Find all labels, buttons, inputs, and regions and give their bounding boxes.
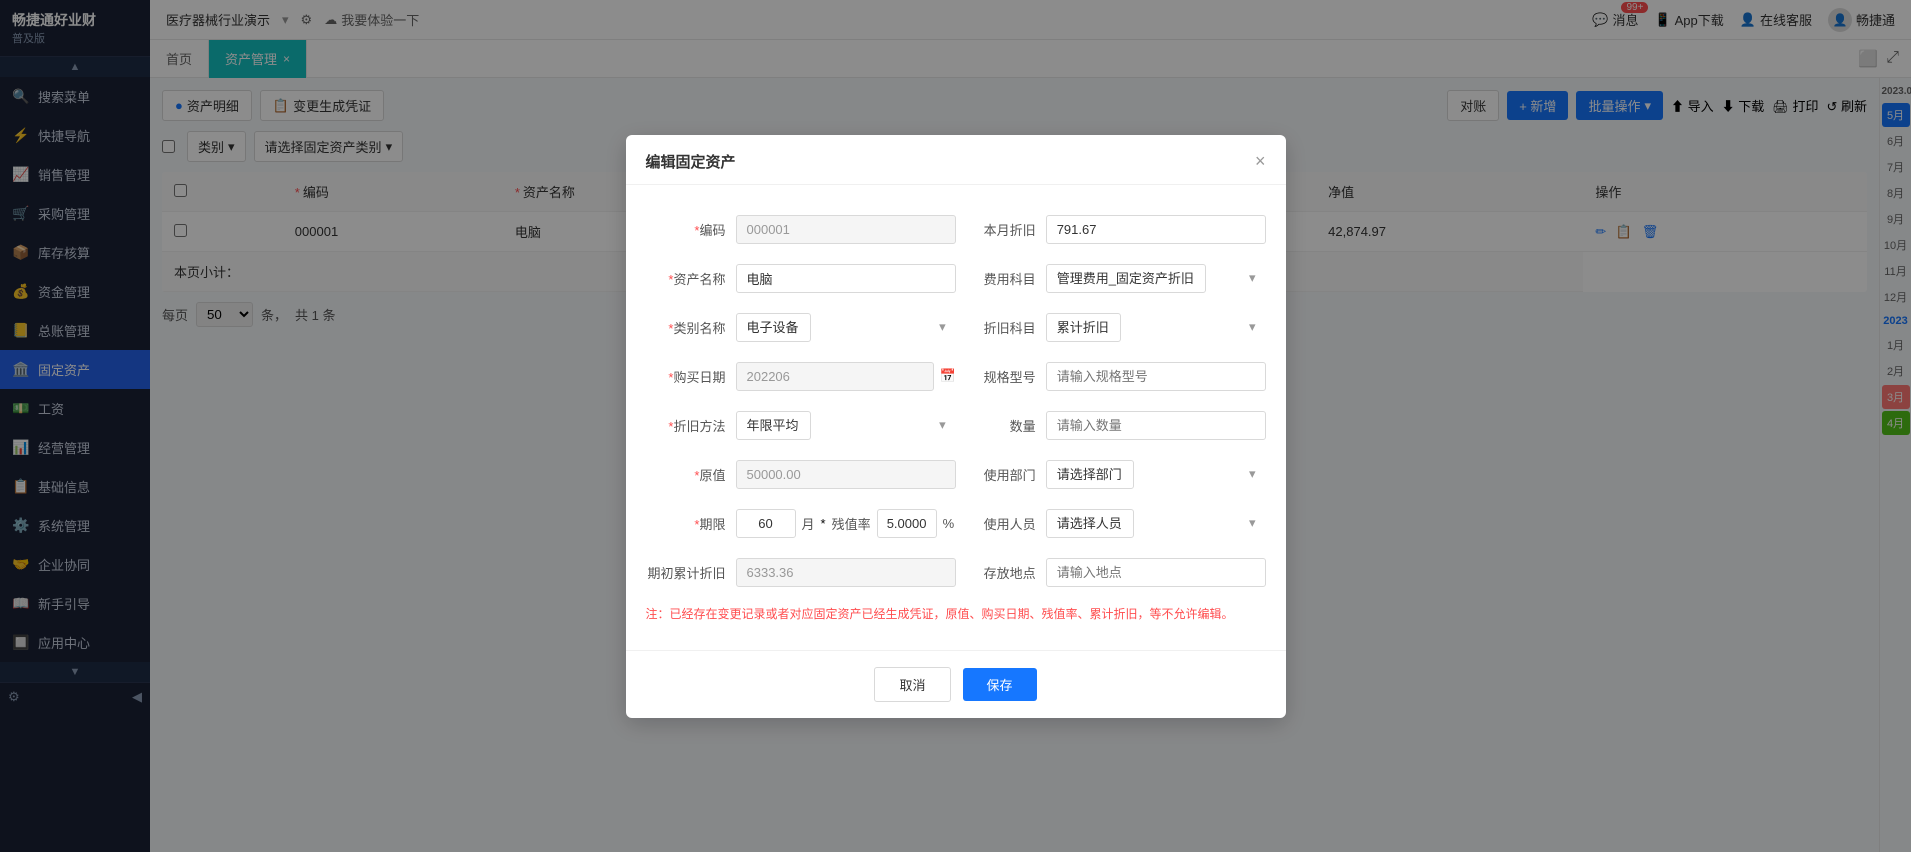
form-row-monthly-dep: 本月折旧 — [956, 205, 1266, 254]
form-row-name: *资产名称 — [646, 254, 956, 303]
original-value-label: *原值 — [646, 465, 736, 484]
original-value-input[interactable] — [736, 460, 956, 489]
residual-rate-unit: % — [943, 516, 955, 531]
modal-footer: 取消 保存 — [626, 650, 1286, 718]
form-row-initial-dep: 期初累计折旧 — [646, 548, 956, 597]
purchase-date-label: *购买日期 — [646, 367, 736, 386]
department-select[interactable]: 请选择部门 — [1046, 460, 1134, 489]
initial-dep-input[interactable] — [736, 558, 956, 587]
dep-account-label: 折旧科目 — [956, 318, 1046, 337]
edit-asset-modal: 编辑固定资产 × *编码 *资产名称 — [626, 135, 1286, 718]
dep-account-select[interactable]: 累计折旧 — [1046, 313, 1121, 342]
period-input[interactable] — [736, 509, 796, 538]
form-row-spec-model: 规格型号 — [956, 352, 1266, 401]
modal-close-icon[interactable]: × — [1255, 151, 1266, 172]
monthly-dep-input[interactable] — [1046, 215, 1266, 244]
form-row-quantity: 数量 — [956, 401, 1266, 450]
save-btn[interactable]: 保存 — [963, 668, 1037, 701]
form-right-col: 本月折旧 费用科目 管理费用_固定资产折旧 — [956, 205, 1266, 597]
modal-overlay[interactable]: 编辑固定资产 × *编码 *资产名称 — [0, 0, 1911, 852]
category-label: *类别名称 — [646, 318, 736, 337]
form-row-period: *期限 月 * 残值率 % — [646, 499, 956, 548]
period-unit: 月 — [802, 514, 815, 533]
form-row-department: 使用部门 请选择部门 — [956, 450, 1266, 499]
dep-method-label: *折旧方法 — [646, 416, 736, 435]
form-left-col: *编码 *资产名称 *类别名称 — [646, 205, 956, 597]
form-row-purchase-date: *购买日期 📅 — [646, 352, 956, 401]
code-label: *编码 — [646, 220, 736, 239]
initial-dep-label: 期初累计折旧 — [646, 563, 736, 582]
department-label: 使用部门 — [956, 465, 1046, 484]
form-row-location: 存放地点 — [956, 548, 1266, 597]
purchase-date-input[interactable] — [736, 362, 934, 391]
dep-method-select[interactable]: 年限平均 — [736, 411, 811, 440]
form-row-dep-method: *折旧方法 年限平均 — [646, 401, 956, 450]
quantity-label: 数量 — [956, 416, 1046, 435]
form-row-expense-account: 费用科目 管理费用_固定资产折旧 — [956, 254, 1266, 303]
person-label: 使用人员 — [956, 514, 1046, 533]
modal-note: 注：已经存在变更记录或者对应固定资产已经生成凭证，原值、购买日期、残值率、累计折… — [646, 597, 1266, 630]
monthly-dep-label: 本月折旧 — [956, 220, 1046, 239]
location-label: 存放地点 — [956, 563, 1046, 582]
name-input[interactable] — [736, 264, 956, 293]
quantity-input[interactable] — [1046, 411, 1266, 440]
calendar-icon[interactable]: 📅 — [940, 368, 956, 384]
expense-account-label: 费用科目 — [956, 269, 1046, 288]
spec-model-input[interactable] — [1046, 362, 1266, 391]
modal-header: 编辑固定资产 × — [626, 135, 1286, 185]
modal-body: *编码 *资产名称 *类别名称 — [626, 185, 1286, 650]
modal-title: 编辑固定资产 — [646, 151, 736, 172]
cancel-btn[interactable]: 取消 — [874, 667, 950, 702]
form-row-code: *编码 — [646, 205, 956, 254]
residual-rate-input[interactable] — [877, 509, 937, 538]
code-input[interactable] — [736, 215, 956, 244]
person-select[interactable]: 请选择人员 — [1046, 509, 1134, 538]
category-select[interactable]: 电子设备 — [736, 313, 811, 342]
form-grid: *编码 *资产名称 *类别名称 — [646, 205, 1266, 597]
period-label: *期限 — [646, 514, 736, 533]
residual-rate-label: 残值率 — [832, 514, 871, 533]
expense-account-select[interactable]: 管理费用_固定资产折旧 — [1046, 264, 1206, 293]
spec-model-label: 规格型号 — [956, 367, 1046, 386]
form-row-category: *类别名称 电子设备 — [646, 303, 956, 352]
form-row-person: 使用人员 请选择人员 — [956, 499, 1266, 548]
location-input[interactable] — [1046, 558, 1266, 587]
name-label: *资产名称 — [646, 269, 736, 288]
form-row-dep-account: 折旧科目 累计折旧 — [956, 303, 1266, 352]
form-row-original-value: *原值 — [646, 450, 956, 499]
